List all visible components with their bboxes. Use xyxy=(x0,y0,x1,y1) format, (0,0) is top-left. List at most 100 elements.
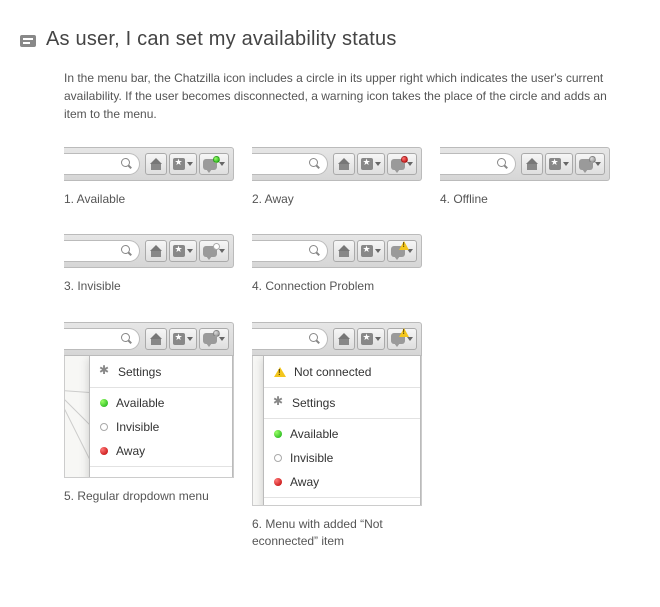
story-heading: As user, I can set my availability statu… xyxy=(20,28,640,51)
chevron-down-icon xyxy=(375,337,381,341)
bookmarks-button[interactable] xyxy=(357,240,385,262)
home-icon xyxy=(526,158,538,170)
search-icon xyxy=(497,158,509,170)
chevron-down-icon xyxy=(187,162,193,166)
chat-status-button[interactable] xyxy=(575,153,605,175)
example-caption: 6. Menu with added “Not econnected” item xyxy=(252,516,422,551)
gear-icon xyxy=(100,367,110,377)
bookmarks-button[interactable] xyxy=(169,328,197,350)
url-bar[interactable] xyxy=(64,328,140,350)
bookmarks-button[interactable] xyxy=(545,153,573,175)
example-caption: 1. Available xyxy=(64,191,234,208)
example-caption: 4. Offline xyxy=(440,191,610,208)
home-button[interactable] xyxy=(145,240,167,262)
menu-item-settings[interactable]: Settings xyxy=(90,360,232,384)
home-button[interactable] xyxy=(333,153,355,175)
bookmark-star-icon xyxy=(173,158,185,170)
menu-separator xyxy=(264,497,420,498)
home-button[interactable] xyxy=(145,328,167,350)
status-dot-away xyxy=(401,156,408,163)
bookmark-star-icon xyxy=(361,245,373,257)
chat-status-button[interactable] xyxy=(199,240,229,262)
chevron-down-icon xyxy=(219,337,225,341)
chevron-down-icon xyxy=(563,162,569,166)
chat-status-button[interactable] xyxy=(199,153,229,175)
menu-item-label: Invisible xyxy=(116,420,159,434)
toolbar xyxy=(64,234,234,268)
status-dot-away xyxy=(100,447,108,455)
chat-bubble-icon xyxy=(391,333,405,344)
chevron-down-icon xyxy=(595,162,601,166)
menu-item-signout[interactable]: Sign Out xyxy=(264,501,420,506)
menu-separator xyxy=(90,387,232,388)
menu-item-away[interactable]: Away xyxy=(264,470,420,494)
menu-item-invisible[interactable]: Invisible xyxy=(264,446,420,470)
example-invisible: 3. Invisible xyxy=(64,234,234,295)
chevron-down-icon xyxy=(407,162,413,166)
home-icon xyxy=(150,158,162,170)
chat-status-button[interactable] xyxy=(199,328,229,350)
search-icon xyxy=(309,158,321,170)
story-title: As user, I can set my availability statu… xyxy=(46,28,397,51)
chevron-down-icon xyxy=(187,337,193,341)
status-dot-invisible xyxy=(274,454,282,462)
bookmarks-button[interactable] xyxy=(169,240,197,262)
status-dot-invisible xyxy=(213,243,220,250)
example-away: 2. Away xyxy=(252,147,422,208)
chat-status-button[interactable] xyxy=(387,153,417,175)
chat-bubble-icon xyxy=(203,333,217,344)
home-icon xyxy=(338,333,350,345)
home-button[interactable] xyxy=(145,153,167,175)
toolbar xyxy=(64,322,234,356)
chevron-down-icon xyxy=(219,249,225,253)
url-bar[interactable] xyxy=(64,240,140,262)
chevron-down-icon xyxy=(219,162,225,166)
menu-item-label: Available xyxy=(290,427,338,441)
search-icon xyxy=(121,245,133,257)
home-button[interactable] xyxy=(333,240,355,262)
toolbar xyxy=(252,147,422,181)
home-icon xyxy=(338,245,350,257)
menu-item-settings[interactable]: Settings xyxy=(264,391,420,415)
menu-item-invisible[interactable]: Invisible xyxy=(90,415,232,439)
example-connection-problem: 4. Connection Problem xyxy=(252,234,422,295)
menu-item-label: Sign Out xyxy=(116,475,163,478)
bookmarks-button[interactable] xyxy=(357,153,385,175)
url-bar[interactable] xyxy=(440,153,516,175)
menu-item-available[interactable]: Available xyxy=(264,422,420,446)
menu-item-available[interactable]: Available xyxy=(90,391,232,415)
story-card-icon xyxy=(20,35,36,47)
example-available: 1. Available xyxy=(64,147,234,208)
url-bar[interactable] xyxy=(252,328,328,350)
url-bar[interactable] xyxy=(64,153,140,175)
status-dot-invisible xyxy=(100,423,108,431)
chat-status-button[interactable] xyxy=(387,240,417,262)
menu-item-label: Available xyxy=(116,396,164,410)
status-dot-available xyxy=(213,156,220,163)
chevron-down-icon xyxy=(407,249,413,253)
home-button[interactable] xyxy=(333,328,355,350)
story-description: In the menu bar, the Chatzilla icon incl… xyxy=(64,69,624,123)
menu-item-label: Settings xyxy=(118,365,161,379)
search-icon xyxy=(309,245,321,257)
bookmarks-button[interactable] xyxy=(169,153,197,175)
url-bar[interactable] xyxy=(252,240,328,262)
home-icon xyxy=(150,245,162,257)
status-dot-offline xyxy=(589,156,596,163)
example-caption: 3. Invisible xyxy=(64,278,234,295)
menu-item-not-connected[interactable]: Not connected xyxy=(264,360,420,384)
chat-status-button[interactable] xyxy=(387,328,417,350)
menu-item-away[interactable]: Away xyxy=(90,439,232,463)
menu-item-signout[interactable]: Sign Out xyxy=(90,470,232,478)
home-icon xyxy=(338,158,350,170)
chat-bubble-icon xyxy=(203,159,217,170)
toolbar xyxy=(252,322,422,356)
url-bar[interactable] xyxy=(252,153,328,175)
warning-icon xyxy=(399,241,409,250)
chat-bubble-icon xyxy=(391,159,405,170)
bookmarks-button[interactable] xyxy=(357,328,385,350)
menu-item-label: Not connected xyxy=(294,365,371,379)
status-dot-available xyxy=(100,399,108,407)
search-icon xyxy=(309,333,321,345)
home-button[interactable] xyxy=(521,153,543,175)
